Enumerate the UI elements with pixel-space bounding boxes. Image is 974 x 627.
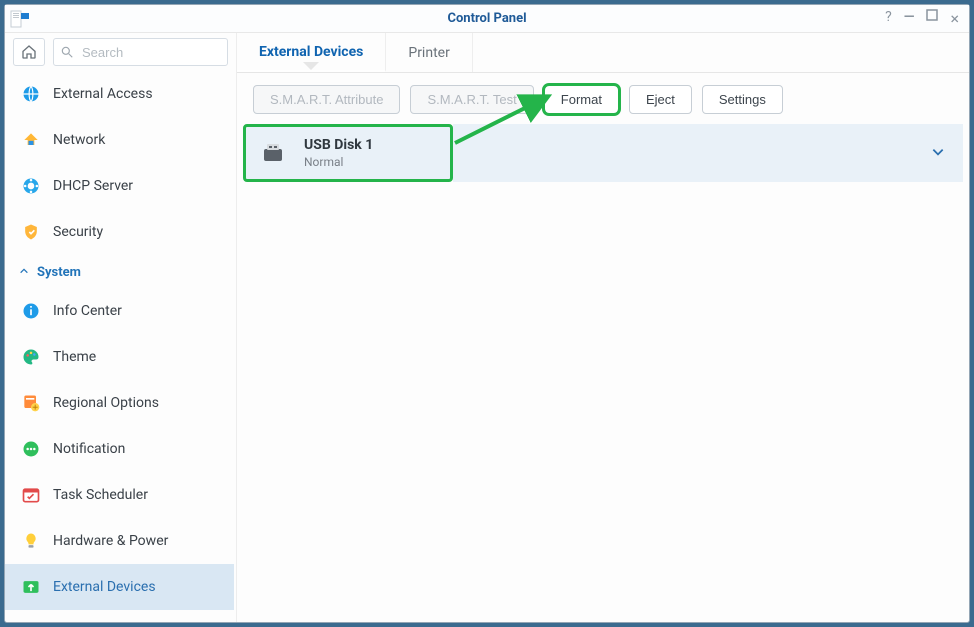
tab-printer[interactable]: Printer — [386, 33, 472, 72]
tab-label: External Devices — [259, 44, 363, 60]
sidebar-item-label: Regional Options — [53, 395, 159, 411]
device-row[interactable]: USB Disk 1 Normal — [243, 124, 963, 182]
smart-test-button[interactable]: S.M.A.R.T. Test — [410, 85, 533, 114]
minimize-icon[interactable]: — — [904, 9, 915, 28]
sidebar-item-external-access[interactable]: External Access — [5, 71, 234, 117]
app-icon — [8, 8, 32, 30]
control-panel-window: Control Panel ? — × — [4, 4, 970, 623]
sidebar-item-regional-options[interactable]: Regional Options — [5, 380, 234, 426]
info-icon — [21, 301, 41, 321]
sidebar-item-hardware-power[interactable]: Hardware & Power — [5, 518, 234, 564]
sidebar-item-label: Notification — [53, 441, 125, 457]
sidebar-item-theme[interactable]: Theme — [5, 334, 234, 380]
device-name: USB Disk 1 — [304, 137, 373, 153]
network-icon — [21, 130, 41, 150]
tabs: External Devices Printer — [237, 33, 969, 73]
sidebar-item-label: External Access — [53, 86, 153, 102]
device-row-tail — [453, 124, 963, 182]
sidebar-item-dhcp-server[interactable]: DHCP Server — [5, 163, 234, 209]
format-button[interactable]: Format — [544, 85, 619, 114]
chevron-up-icon — [19, 265, 29, 280]
sidebar: External Access Network DHCP Server — [5, 33, 237, 622]
device-row-highlighted: USB Disk 1 Normal — [243, 124, 453, 182]
sidebar-section-system[interactable]: System — [5, 255, 234, 288]
content-pane: External Devices Printer S.M.A.R.T. Attr… — [237, 33, 969, 622]
section-label: System — [37, 265, 81, 280]
search-icon — [60, 45, 74, 59]
sidebar-scroll[interactable]: External Access Network DHCP Server — [5, 71, 236, 622]
globe-icon — [21, 84, 41, 104]
shield-icon — [21, 222, 41, 242]
settings-button[interactable]: Settings — [702, 85, 783, 114]
window-title: Control Panel — [5, 11, 969, 26]
sidebar-item-label: Network — [53, 132, 105, 148]
titlebar: Control Panel ? — × — [5, 5, 969, 33]
usb-drive-icon — [262, 141, 288, 165]
maximize-icon[interactable] — [926, 9, 938, 28]
sidebar-item-label: Security — [53, 224, 103, 240]
sidebar-item-label: External Devices — [53, 579, 156, 595]
sidebar-item-network[interactable]: Network — [5, 117, 234, 163]
home-button[interactable] — [13, 38, 45, 66]
external-devices-icon — [21, 577, 41, 597]
sidebar-topbar — [5, 33, 236, 71]
search-field — [53, 38, 228, 66]
window-controls: ? — × — [885, 9, 969, 28]
search-input[interactable] — [53, 38, 228, 66]
smart-attribute-button[interactable]: S.M.A.R.T. Attribute — [253, 85, 400, 114]
sidebar-item-info-center[interactable]: Info Center — [5, 288, 234, 334]
tab-label: Printer — [408, 45, 449, 61]
sidebar-item-label: Theme — [53, 349, 96, 365]
sidebar-item-label: Info Center — [53, 303, 122, 319]
sidebar-item-task-scheduler[interactable]: Task Scheduler — [5, 472, 234, 518]
close-icon[interactable]: × — [950, 9, 959, 28]
sidebar-item-label: Task Scheduler — [53, 487, 148, 503]
sidebar-item-notification[interactable]: Notification — [5, 426, 234, 472]
eject-button[interactable]: Eject — [629, 85, 692, 114]
sidebar-item-external-devices[interactable]: External Devices — [5, 564, 234, 610]
tab-external-devices[interactable]: External Devices — [237, 33, 386, 72]
palette-icon — [21, 347, 41, 367]
chevron-down-icon[interactable] — [931, 144, 945, 163]
device-status: Normal — [304, 155, 373, 169]
sidebar-item-label: Hardware & Power — [53, 533, 168, 549]
help-icon[interactable]: ? — [885, 9, 892, 28]
toolbar: S.M.A.R.T. Attribute S.M.A.R.T. Test For… — [237, 73, 969, 124]
main-area: External Access Network DHCP Server — [5, 33, 969, 622]
dhcp-icon — [21, 176, 41, 196]
notification-icon — [21, 439, 41, 459]
sidebar-item-security[interactable]: Security — [5, 209, 234, 255]
sidebar-item-label: DHCP Server — [53, 178, 133, 194]
calendar-icon — [21, 485, 41, 505]
bulb-icon — [21, 531, 41, 551]
regional-icon — [21, 393, 41, 413]
